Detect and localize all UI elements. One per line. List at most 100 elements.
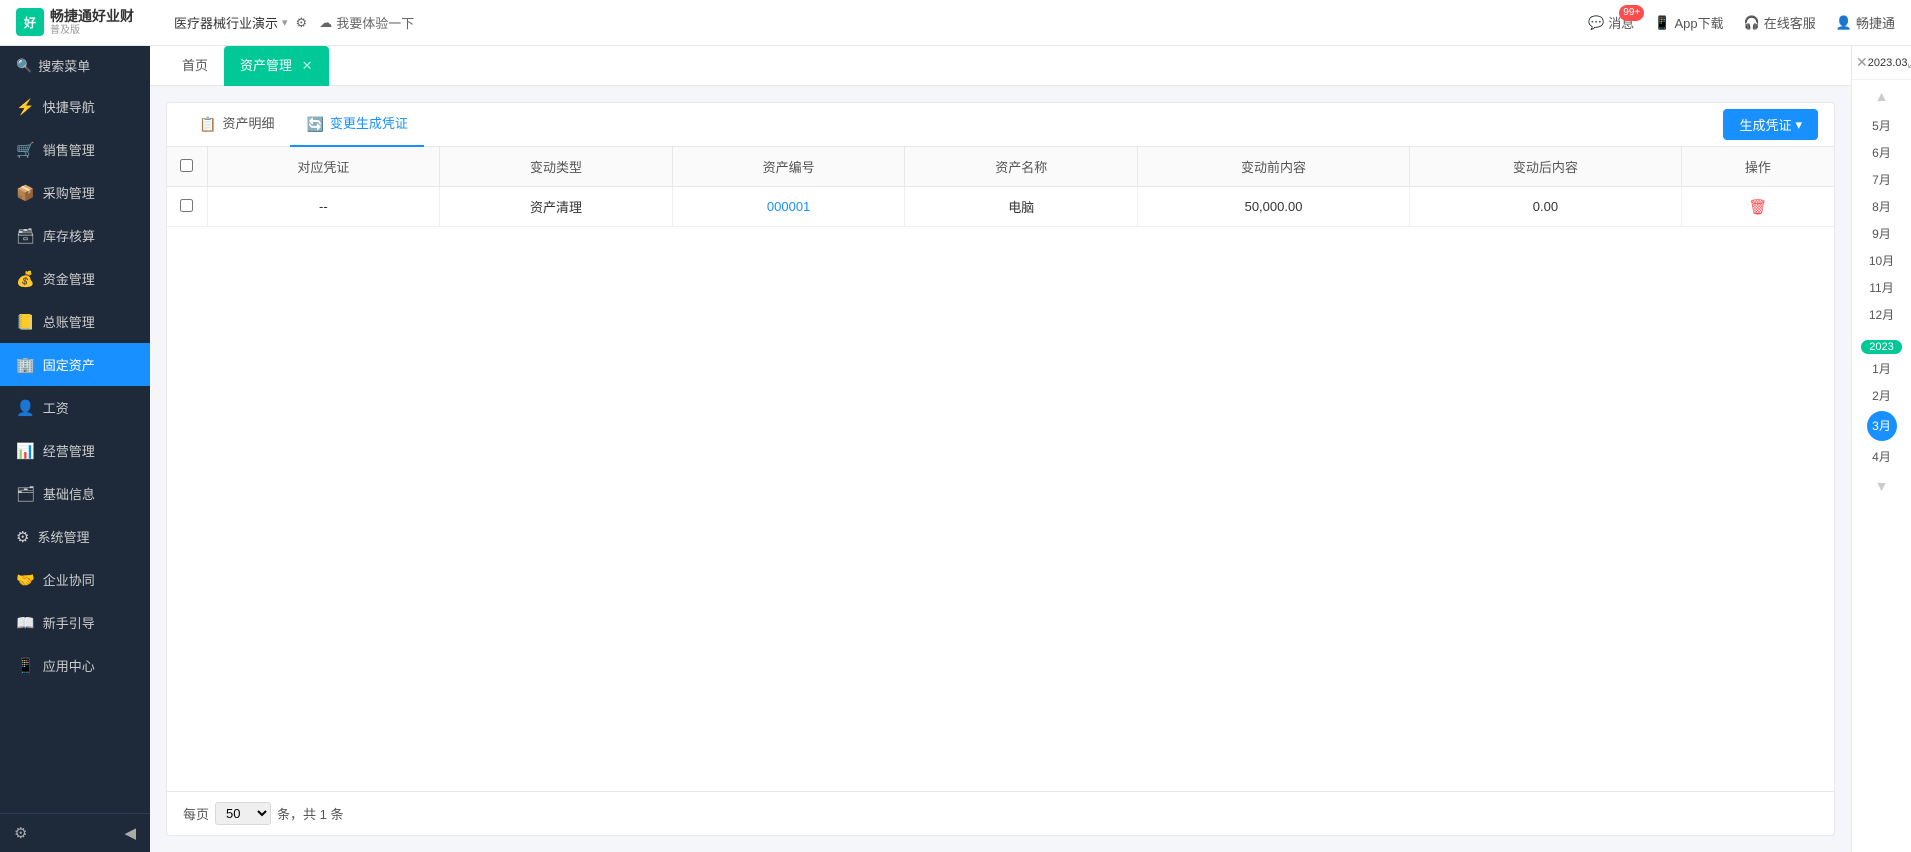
enterprise-label: 企业协同	[43, 570, 95, 589]
sidebar-item-apps[interactable]: 📱 应用中心	[0, 644, 150, 687]
select-all-checkbox[interactable]	[180, 159, 193, 172]
cell-asset-code[interactable]: 000001	[672, 187, 905, 227]
sidebar-collapse-icon[interactable]: ◀	[124, 824, 136, 842]
date-scroll-area[interactable]: ▲ 5月 6月 7月 8月 9月 10月 11月 12月 2023 1月 2月 …	[1852, 80, 1911, 852]
close-tab-icon[interactable]: ✕	[302, 58, 313, 73]
sidebar-item-guide[interactable]: 📖 新手引导	[0, 601, 150, 644]
sales-label: 销售管理	[43, 140, 95, 159]
header-settings-icon[interactable]: ⚙	[296, 15, 308, 31]
main-layout: 🔍 搜索菜单 ⚡ 快捷导航 🛒 销售管理 📦 采购管理 🗃 库存核算 💰 资金管…	[0, 46, 1911, 852]
quick-nav-label: 快捷导航	[43, 97, 95, 116]
header-checkbox-cell	[167, 147, 207, 187]
tab-asset-management-label: 资产管理	[240, 58, 292, 73]
year-section-2023: 2023 1月 2月 3月 4月	[1852, 332, 1911, 474]
table-row: -- 资产清理 000001 电脑 50,000.00 0.00 🗑	[167, 187, 1834, 227]
month-5[interactable]: 5月	[1852, 112, 1911, 139]
right-panel-header: ✕ 2023.03 ⤢	[1852, 46, 1911, 80]
cloud-icon: ☁	[319, 15, 332, 31]
app-download-action[interactable]: 📱 App下载	[1654, 13, 1723, 32]
sidebar-search[interactable]: 🔍 搜索菜单	[0, 46, 150, 85]
tab-asset-management[interactable]: 资产管理 ✕	[224, 46, 329, 86]
tab-home-label: 首页	[182, 58, 208, 73]
sidebar-item-payroll[interactable]: 👤 工资	[0, 386, 150, 429]
month-7[interactable]: 7月	[1852, 166, 1911, 193]
phone-icon: 📱	[1654, 15, 1670, 31]
sidebar-item-inventory[interactable]: 🗃 库存核算	[0, 214, 150, 257]
search-label: 搜索菜单	[38, 56, 90, 75]
sidebar-item-enterprise[interactable]: 🤝 企业协同	[0, 558, 150, 601]
month-12[interactable]: 12月	[1852, 301, 1911, 328]
app-edition: 普及版	[50, 25, 134, 37]
experience-button[interactable]: ☁ 我要体验一下	[319, 13, 414, 32]
sidebar-item-system[interactable]: ⚙ 系统管理	[0, 515, 150, 558]
user-icon: 👤	[1836, 15, 1852, 31]
tab-change-voucher[interactable]: 🔄 变更生成凭证	[290, 103, 423, 147]
scroll-up-icon[interactable]: ▲	[1852, 84, 1911, 108]
sidebar-item-sales[interactable]: 🛒 销售管理	[0, 128, 150, 171]
sidebar-item-purchase[interactable]: 📦 采购管理	[0, 171, 150, 214]
top-header: 好 畅捷通好业财 普及版 医疗器械行业演示 ▾ ⚙ ☁ 我要体验一下 💬 消息 …	[0, 0, 1911, 46]
inventory-icon: 🗃	[16, 227, 35, 245]
cell-action: 🗑	[1681, 187, 1834, 227]
year-2023-badge[interactable]: 2023	[1861, 340, 1901, 354]
sidebar-item-fixed-assets[interactable]: 🏢 固定资产	[0, 343, 150, 386]
month-6[interactable]: 6月	[1852, 139, 1911, 166]
operations-icon: 📊	[16, 442, 35, 460]
delete-row-icon[interactable]: 🗑	[1748, 199, 1767, 216]
ledger-icon: 📒	[16, 313, 35, 331]
basic-info-icon: 🗂	[16, 485, 35, 503]
month-2023-3-active[interactable]: 3月	[1867, 411, 1897, 441]
right-panel-expand-icon[interactable]: ⤢	[1908, 54, 1911, 71]
col-after: 变动后内容	[1409, 147, 1681, 187]
tab-change-voucher-label: 变更生成凭证	[330, 102, 408, 146]
ledger-label: 总账管理	[43, 312, 95, 331]
sidebar-item-operations[interactable]: 📊 经营管理	[0, 429, 150, 472]
guide-label: 新手引导	[43, 613, 95, 632]
month-2023-2[interactable]: 2月	[1852, 382, 1911, 409]
purchase-label: 采购管理	[43, 183, 95, 202]
finance-icon: 💰	[16, 270, 35, 288]
user-action[interactable]: 👤 畅捷通	[1836, 13, 1895, 32]
finance-label: 资金管理	[43, 269, 95, 288]
sidebar: 🔍 搜索菜单 ⚡ 快捷导航 🛒 销售管理 📦 采购管理 🗃 库存核算 💰 资金管…	[0, 46, 150, 852]
apps-label: 应用中心	[43, 656, 95, 675]
sidebar-settings-icon[interactable]: ⚙	[14, 824, 27, 842]
row-checkbox[interactable]	[180, 199, 193, 212]
asset-detail-icon: 📋	[199, 102, 216, 146]
fixed-assets-icon: 🏢	[16, 356, 35, 374]
sidebar-item-basic-info[interactable]: 🗂 基础信息	[0, 472, 150, 515]
sidebar-item-quick-nav[interactable]: ⚡ 快捷导航	[0, 85, 150, 128]
inventory-label: 库存核算	[43, 226, 95, 245]
app-name: 畅捷通好业财	[50, 8, 134, 25]
scroll-down-icon[interactable]: ▼	[1852, 474, 1911, 498]
generate-voucher-button[interactable]: 生成凭证 ▾	[1723, 109, 1818, 140]
cell-change-type: 资产清理	[440, 187, 673, 227]
col-asset-name: 资产名称	[905, 147, 1138, 187]
month-11[interactable]: 11月	[1852, 274, 1911, 301]
fixed-assets-label: 固定资产	[43, 355, 95, 374]
right-panel-close-icon[interactable]: ✕	[1856, 54, 1868, 71]
tab-asset-detail[interactable]: 📋 资产明细	[183, 103, 290, 147]
enterprise-icon: 🤝	[16, 571, 35, 589]
month-2023-1[interactable]: 1月	[1852, 355, 1911, 382]
table-wrap: 对应凭证 变动类型 资产编号 资产名称 变动前内容 变动后内容 操作	[167, 147, 1834, 791]
month-2023-4[interactable]: 4月	[1852, 443, 1911, 470]
message-badge: 99+	[1619, 5, 1644, 21]
message-action[interactable]: 💬 消息 99+	[1588, 13, 1634, 32]
sidebar-item-finance[interactable]: 💰 资金管理	[0, 257, 150, 300]
col-change-type: 变动类型	[440, 147, 673, 187]
month-9[interactable]: 9月	[1852, 220, 1911, 247]
company-selector[interactable]: 医疗器械行业演示 ▾	[174, 13, 288, 32]
month-10[interactable]: 10月	[1852, 247, 1911, 274]
page-size-select[interactable]: 50 10 20 100	[215, 802, 271, 825]
per-page-label: 每页	[183, 804, 209, 823]
month-8[interactable]: 8月	[1852, 193, 1911, 220]
tab-home[interactable]: 首页	[166, 46, 224, 86]
sidebar-item-ledger[interactable]: 📒 总账管理	[0, 300, 150, 343]
online-service-label: 在线客服	[1764, 13, 1816, 32]
tab-bar: 首页 资产管理 ✕	[150, 46, 1851, 86]
right-panel-year-label: 2023.03	[1868, 57, 1908, 69]
system-icon: ⚙	[16, 528, 29, 546]
online-service-action[interactable]: 🎧 在线客服	[1744, 13, 1816, 32]
logo-icon: 好	[16, 8, 44, 36]
